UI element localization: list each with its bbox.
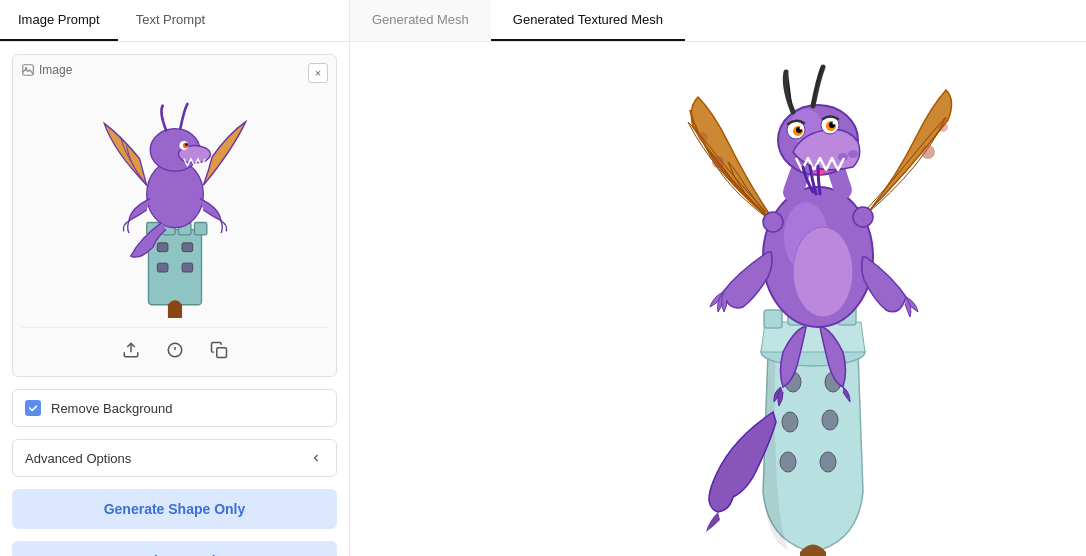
svg-point-44 — [848, 150, 858, 158]
svg-point-26 — [822, 410, 838, 430]
chevron-left-icon — [308, 450, 324, 466]
svg-rect-4 — [182, 243, 193, 252]
image-preview — [21, 83, 328, 323]
svg-rect-5 — [157, 263, 168, 272]
svg-point-52 — [833, 122, 836, 125]
remove-background-row: Remove Background — [12, 389, 337, 427]
copy-icon-button[interactable] — [205, 336, 233, 364]
image-label: Image — [39, 63, 72, 77]
tab-generated-textured-mesh[interactable]: Generated Textured Mesh — [491, 0, 685, 41]
right-panel: Generated Mesh Generated Textured Mesh — [350, 0, 1086, 556]
left-panel-content: Image × — [0, 42, 349, 556]
svg-rect-3 — [157, 243, 168, 252]
svg-point-39 — [921, 145, 935, 159]
tab-generated-mesh[interactable]: Generated Mesh — [350, 0, 491, 41]
right-panel-content — [350, 42, 1086, 556]
svg-point-48 — [800, 127, 803, 130]
image-upload-area: Image × — [12, 54, 337, 377]
remove-background-label: Remove Background — [51, 401, 172, 416]
svg-point-27 — [780, 452, 796, 472]
left-tabs-header: Image Prompt Text Prompt — [0, 0, 349, 42]
svg-point-54 — [853, 207, 873, 227]
generate-shape-only-button[interactable]: Generate Shape Only — [12, 489, 337, 529]
svg-point-36 — [793, 227, 853, 317]
svg-rect-21 — [216, 348, 226, 358]
upload-icon-button[interactable] — [117, 336, 145, 364]
image-label-row: Image — [21, 63, 328, 77]
advanced-options-label: Advanced Options — [25, 451, 131, 466]
left-panel: Image Prompt Text Prompt Image × — [0, 0, 350, 556]
advanced-options-row[interactable]: Advanced Options — [12, 439, 337, 477]
dragon-3d-model — [638, 62, 1038, 556]
svg-point-25 — [782, 412, 798, 432]
svg-point-40 — [938, 122, 948, 132]
generate-shape-and-texture-button[interactable]: Generate Shape and Texture — [12, 541, 337, 556]
right-tabs-header: Generated Mesh Generated Textured Mesh — [350, 0, 1086, 42]
tab-image-prompt[interactable]: Image Prompt — [0, 0, 118, 41]
svg-rect-30 — [764, 310, 782, 328]
svg-point-53 — [763, 212, 783, 232]
tab-text-prompt[interactable]: Text Prompt — [118, 0, 223, 41]
image-actions-row — [21, 327, 328, 368]
remove-background-checkbox[interactable] — [25, 400, 41, 416]
svg-point-16 — [185, 143, 188, 146]
close-image-button[interactable]: × — [308, 63, 328, 83]
model-display — [350, 42, 1086, 556]
reference-icon-button[interactable] — [161, 336, 189, 364]
image-icon — [21, 63, 35, 77]
svg-rect-10 — [194, 222, 206, 234]
svg-rect-6 — [182, 263, 193, 272]
svg-point-28 — [820, 452, 836, 472]
